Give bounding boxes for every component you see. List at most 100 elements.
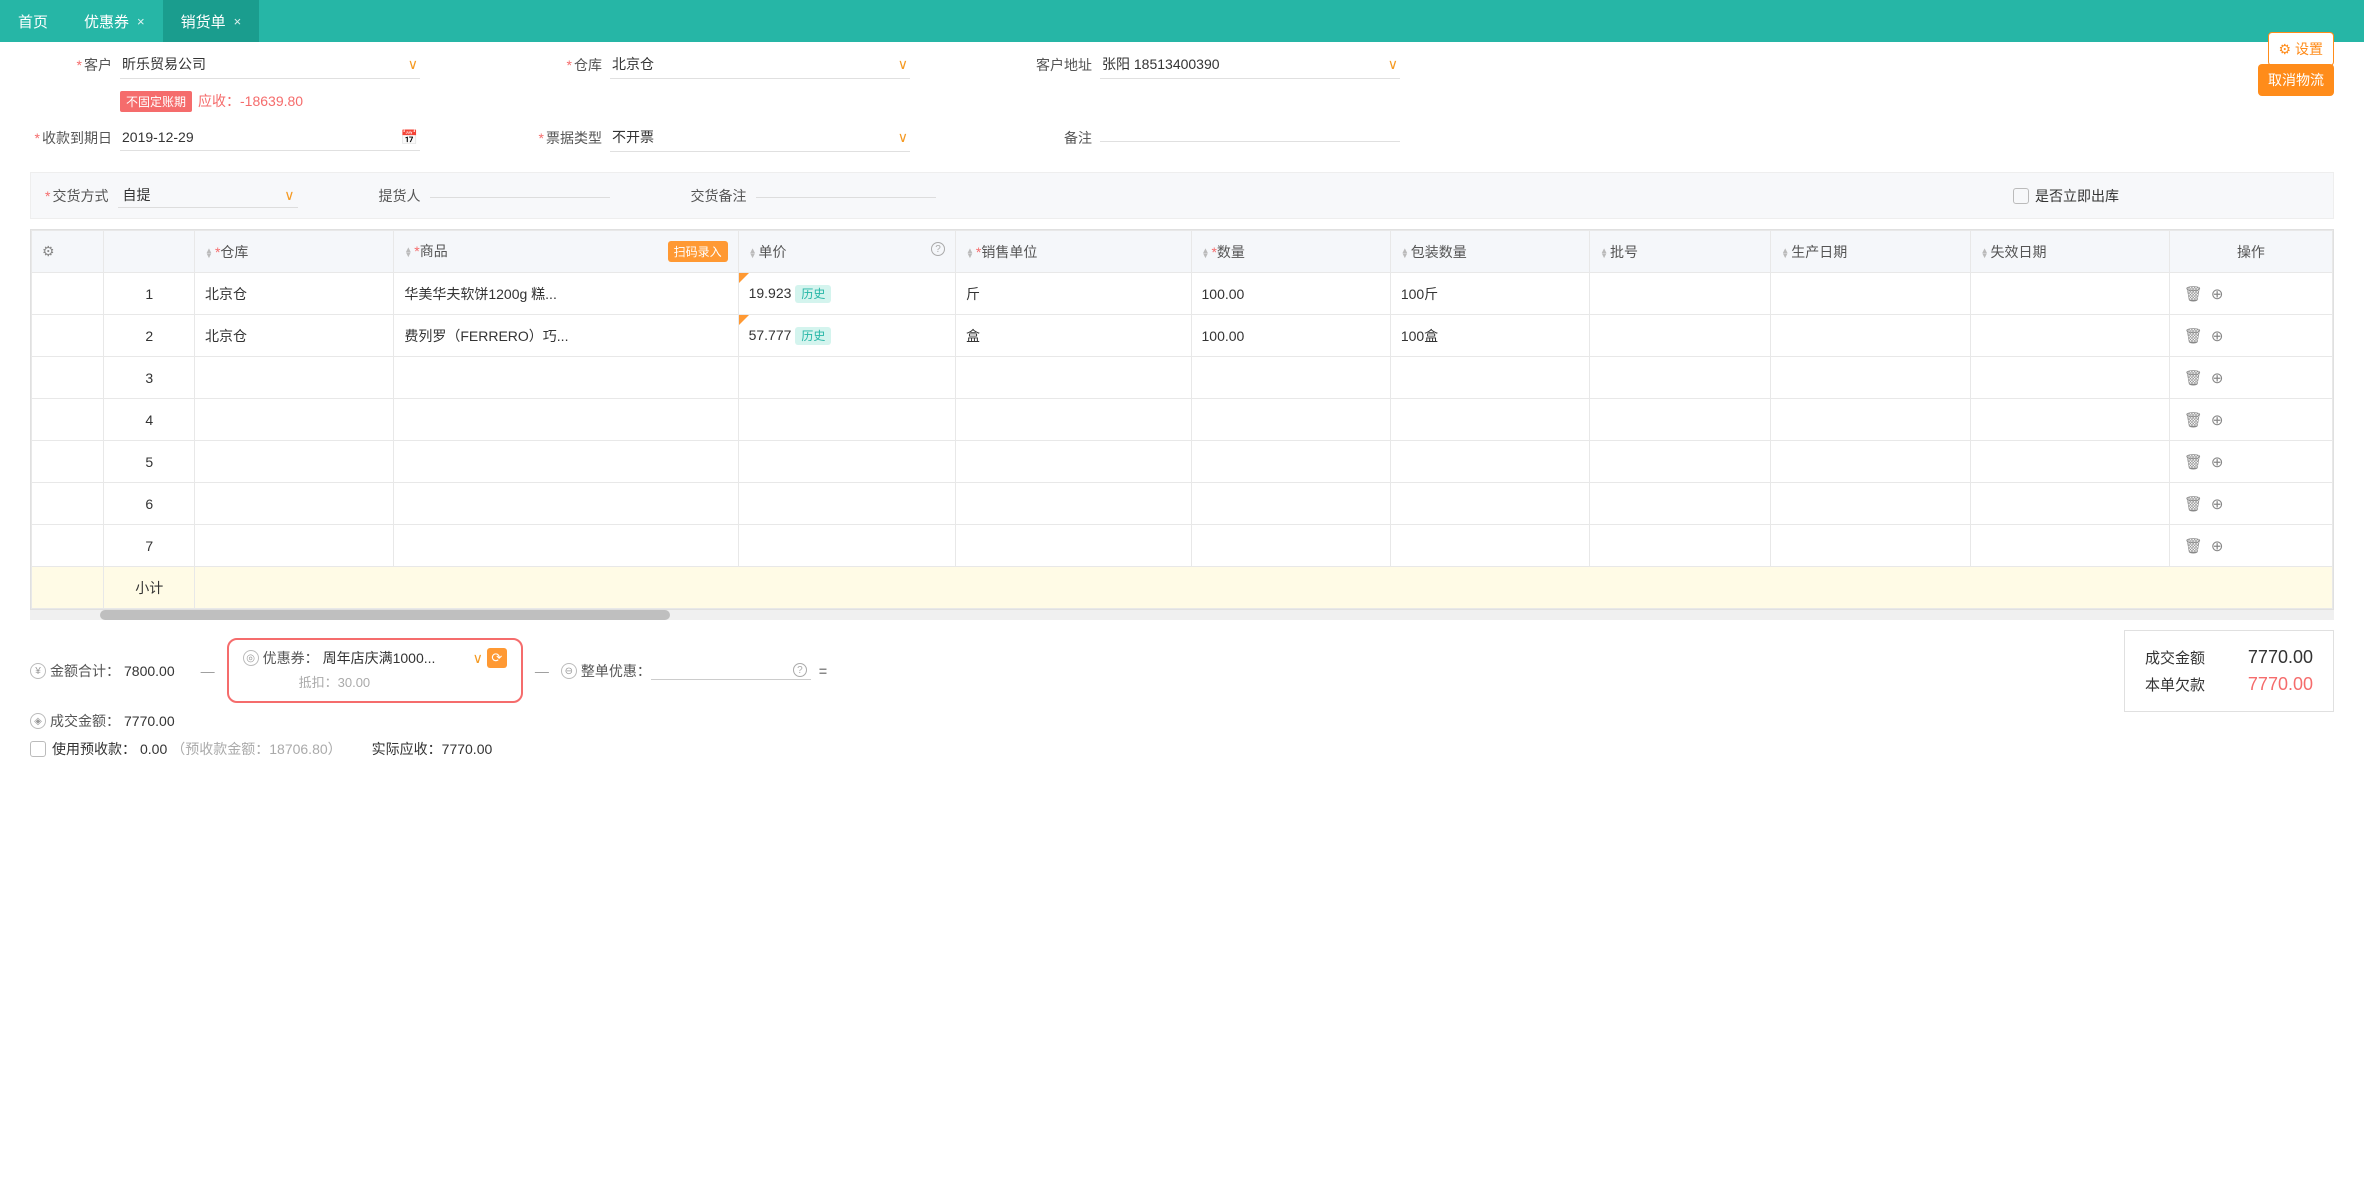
- customer-select[interactable]: 昕乐贸易公司∨: [120, 50, 420, 79]
- close-icon[interactable]: ×: [234, 14, 242, 29]
- tab-sales[interactable]: 销货单×: [163, 0, 260, 42]
- sort-icon[interactable]: ▲▼: [966, 248, 974, 258]
- table-row[interactable]: 7 🗑 ⊕: [32, 525, 2333, 567]
- delete-icon[interactable]: 🗑: [2184, 454, 2203, 471]
- gear-icon[interactable]: ⚙: [42, 243, 55, 259]
- bill-type-select[interactable]: 不开票∨: [610, 123, 910, 152]
- cell-warehouse[interactable]: [195, 525, 394, 567]
- cell-pack[interactable]: [1390, 357, 1589, 399]
- price-cell[interactable]: 19.923历史: [738, 273, 955, 315]
- sort-icon[interactable]: ▲▼: [1202, 248, 1210, 258]
- order-discount-input[interactable]: ?: [651, 661, 811, 680]
- picker-input[interactable]: [430, 193, 610, 198]
- sort-icon[interactable]: ▲▼: [205, 248, 213, 258]
- cell-warehouse[interactable]: 北京仓: [195, 315, 394, 357]
- cell-pack[interactable]: [1390, 441, 1589, 483]
- sort-icon[interactable]: ▲▼: [1981, 248, 1989, 258]
- add-icon[interactable]: ⊕: [2211, 328, 2224, 345]
- cell-unit[interactable]: [955, 483, 1191, 525]
- sort-icon[interactable]: ▲▼: [1401, 248, 1409, 258]
- cell-unit[interactable]: 盒: [955, 315, 1191, 357]
- close-icon[interactable]: ×: [137, 14, 145, 29]
- chevron-down-icon[interactable]: ∨: [473, 650, 483, 667]
- table-row[interactable]: 6 🗑⊕: [32, 483, 2333, 525]
- horizontal-scrollbar[interactable]: [30, 610, 2334, 620]
- tab-home[interactable]: 首页: [0, 0, 66, 42]
- cell-product[interactable]: 费列罗（FERRERO）巧...: [394, 315, 738, 357]
- coupon-select[interactable]: 周年店庆满1000...: [319, 646, 469, 670]
- refresh-icon[interactable]: ⟳: [487, 648, 507, 668]
- cell-product[interactable]: 华美华夫软饼1200g 糕...: [394, 273, 738, 315]
- sort-icon[interactable]: ▲▼: [1781, 248, 1789, 258]
- cell-pack[interactable]: 100斤: [1390, 273, 1589, 315]
- cell-qty[interactable]: [1191, 357, 1390, 399]
- cell-unit[interactable]: [955, 525, 1191, 567]
- cell-product[interactable]: [394, 441, 738, 483]
- add-icon[interactable]: ⊕: [2211, 286, 2224, 303]
- cell-warehouse[interactable]: [195, 399, 394, 441]
- warehouse-select[interactable]: 北京仓∨: [610, 50, 910, 79]
- calendar-icon: 📅: [401, 129, 418, 146]
- add-icon[interactable]: ⊕: [2211, 454, 2224, 471]
- cell-unit[interactable]: [955, 399, 1191, 441]
- delivery-remark-input[interactable]: [756, 193, 936, 198]
- use-prepay-checkbox[interactable]: [30, 741, 46, 757]
- cancel-logistics-button[interactable]: 取消物流: [2258, 64, 2334, 96]
- cell-qty[interactable]: [1191, 441, 1390, 483]
- cell-qty[interactable]: [1191, 483, 1390, 525]
- add-icon[interactable]: ⊕: [2211, 538, 2224, 555]
- row-index: 7: [104, 525, 195, 567]
- add-icon[interactable]: ⊕: [2211, 370, 2224, 387]
- delete-icon[interactable]: 🗑: [2184, 328, 2203, 345]
- coupon-deduct: 抵扣：30.00: [243, 670, 507, 691]
- add-icon[interactable]: ⊕: [2211, 412, 2224, 429]
- cell-pack[interactable]: [1390, 399, 1589, 441]
- delete-icon[interactable]: 🗑: [2184, 370, 2203, 387]
- cell-pack[interactable]: 100盒: [1390, 315, 1589, 357]
- table-row[interactable]: 3 🗑⊕: [32, 357, 2333, 399]
- cell-product[interactable]: [394, 483, 738, 525]
- table-row[interactable]: 5 🗑⊕: [32, 441, 2333, 483]
- table-row[interactable]: 4 🗑⊕: [32, 399, 2333, 441]
- cell-product[interactable]: [394, 399, 738, 441]
- cell-warehouse[interactable]: [195, 441, 394, 483]
- history-badge[interactable]: 历史: [795, 327, 831, 345]
- price-cell[interactable]: 57.777历史: [738, 315, 955, 357]
- delete-icon[interactable]: 🗑: [2184, 286, 2203, 303]
- scan-input-badge[interactable]: 扫码录入: [668, 241, 728, 262]
- info-icon[interactable]: ?: [931, 242, 945, 256]
- sort-icon[interactable]: ▲▼: [404, 247, 412, 257]
- cell-pack[interactable]: [1390, 525, 1589, 567]
- cell-product[interactable]: [394, 357, 738, 399]
- cell-unit[interactable]: [955, 357, 1191, 399]
- cell-qty[interactable]: 100.00: [1191, 315, 1390, 357]
- due-date-input[interactable]: 2019-12-29 📅: [120, 125, 420, 151]
- sort-icon[interactable]: ▲▼: [749, 248, 757, 258]
- settings-button[interactable]: ⚙ 设置: [2268, 32, 2334, 66]
- info-icon[interactable]: ?: [793, 663, 807, 677]
- cell-warehouse[interactable]: [195, 483, 394, 525]
- address-select[interactable]: 张阳 18513400390∨: [1100, 50, 1400, 79]
- immediate-out-checkbox[interactable]: 是否立即出库: [2013, 186, 2119, 206]
- delete-icon[interactable]: 🗑: [2184, 412, 2203, 429]
- cell-warehouse[interactable]: [195, 357, 394, 399]
- row-index: 1: [104, 273, 195, 315]
- tab-coupon[interactable]: 优惠券×: [66, 0, 163, 42]
- cell-product[interactable]: [394, 525, 738, 567]
- cell-unit[interactable]: [955, 441, 1191, 483]
- add-icon[interactable]: ⊕: [2211, 496, 2224, 513]
- delivery-method-select[interactable]: 自提∨: [118, 183, 298, 208]
- delete-icon[interactable]: 🗑: [2184, 538, 2203, 555]
- cell-qty[interactable]: [1191, 525, 1390, 567]
- cell-warehouse[interactable]: 北京仓: [195, 273, 394, 315]
- cell-pack[interactable]: [1390, 483, 1589, 525]
- cell-qty[interactable]: 100.00: [1191, 273, 1390, 315]
- cell-unit[interactable]: 斤: [955, 273, 1191, 315]
- table-row[interactable]: 1 北京仓 华美华夫软饼1200g 糕... 19.923历史 斤 100.00…: [32, 273, 2333, 315]
- table-row[interactable]: 2 北京仓 费列罗（FERRERO）巧... 57.777历史 盒 100.00…: [32, 315, 2333, 357]
- history-badge[interactable]: 历史: [795, 285, 831, 303]
- remark-input[interactable]: [1100, 133, 1400, 142]
- sort-icon[interactable]: ▲▼: [1600, 248, 1608, 258]
- delete-icon[interactable]: 🗑: [2184, 496, 2203, 513]
- cell-qty[interactable]: [1191, 399, 1390, 441]
